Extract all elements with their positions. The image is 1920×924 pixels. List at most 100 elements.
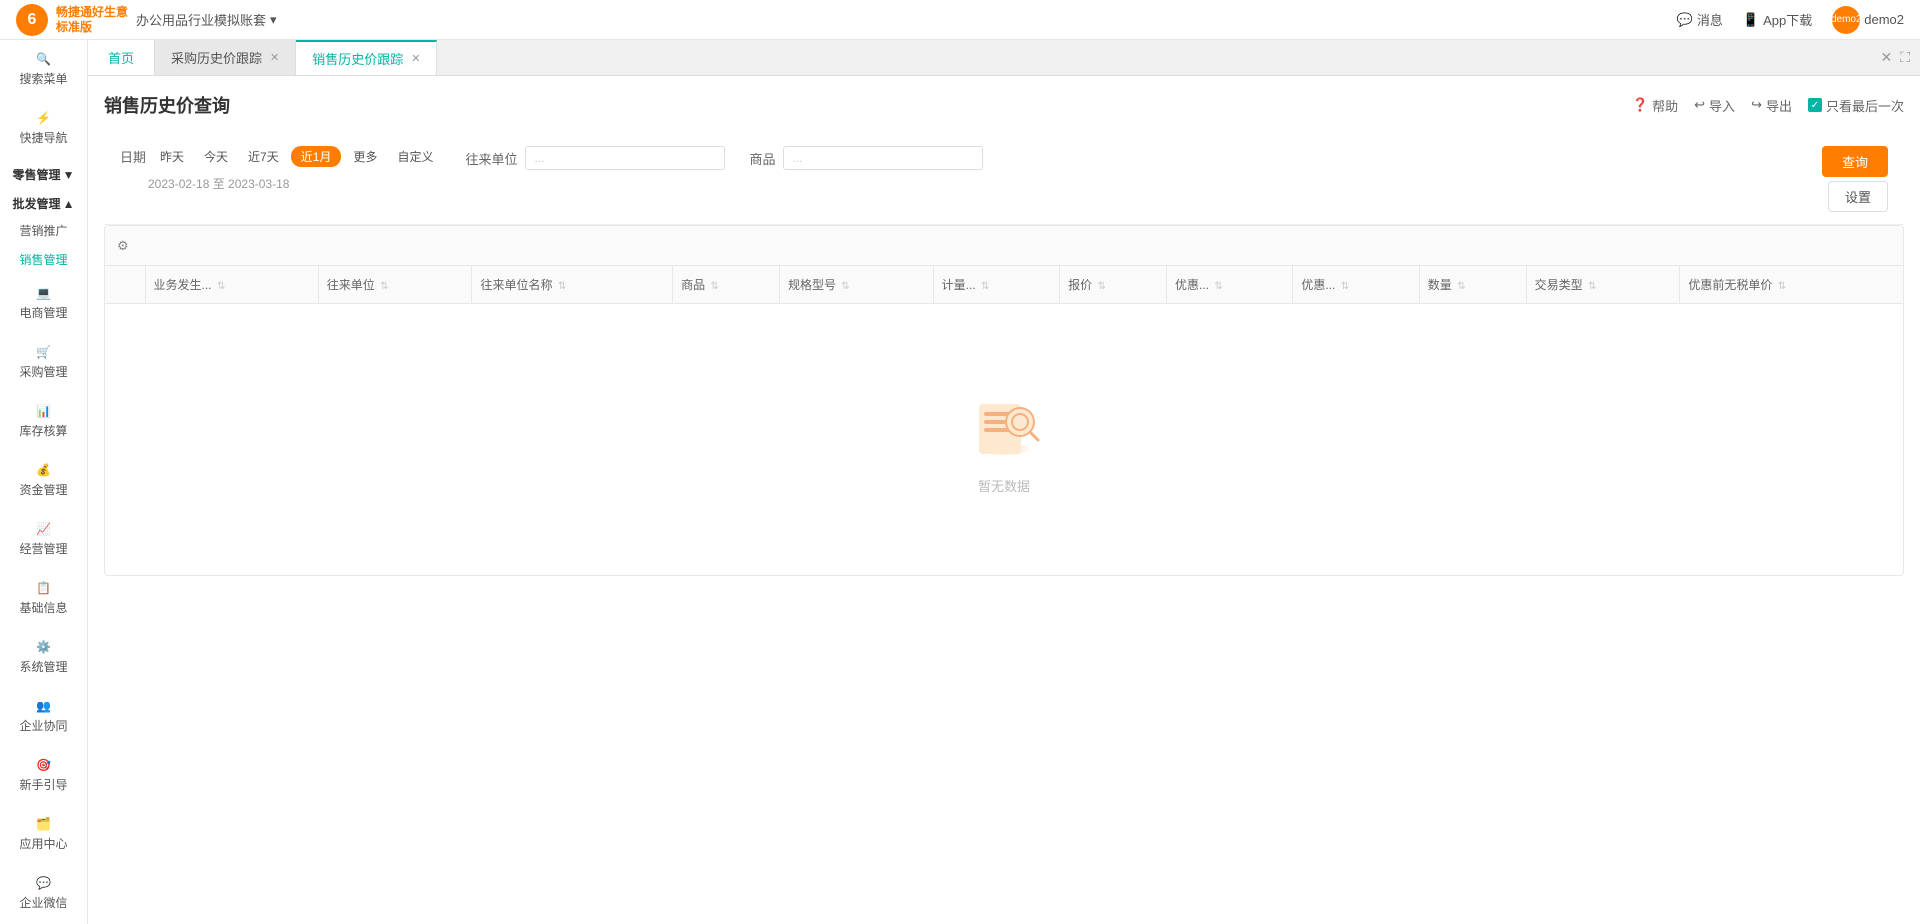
- page-actions: ❓ 帮助 ↩ 导入 ↪ 导出 ✓ 只看最后一次: [1632, 96, 1904, 115]
- message-icon: 💬: [1677, 12, 1693, 28]
- query-button[interactable]: 查询: [1822, 146, 1888, 177]
- sort-arrows-8[interactable]: ⇅: [1341, 281, 1349, 292]
- quicknav-icon: ⚡: [36, 111, 51, 125]
- date-range: 2023-02-18 至 2023-03-18: [120, 175, 441, 192]
- data-table: ⚙ 业务发生... ⇅ 往来单位 ⇅: [104, 225, 1904, 576]
- export-button[interactable]: ↪ 导出: [1751, 96, 1792, 115]
- topbar-right: 💬 消息 📱 App下载 demo2 demo2: [1677, 6, 1904, 34]
- sort-arrows-10[interactable]: ⇅: [1588, 281, 1596, 292]
- sidebar-item-guide[interactable]: 🎯 新手引导: [0, 746, 87, 805]
- date-btn-7days[interactable]: 近7天: [240, 146, 287, 167]
- sort-arrows-5[interactable]: ⇅: [981, 281, 989, 292]
- only-last-checkbox[interactable]: ✓ 只看最后一次: [1808, 96, 1904, 115]
- close-all-tabs-button[interactable]: ✕: [1880, 49, 1892, 66]
- sidebar-item-search[interactable]: 🔍 搜索菜单: [0, 40, 87, 99]
- sidebar-item-marketing[interactable]: 营销推广: [0, 216, 87, 245]
- app-download-button[interactable]: 📱 App下载: [1743, 10, 1812, 29]
- date-btn-today[interactable]: 今天: [196, 146, 236, 167]
- sidebar-item-ecommerce[interactable]: 💻 电商管理: [0, 274, 87, 333]
- checkbox-icon: ✓: [1808, 98, 1822, 112]
- sidebar-item-collab[interactable]: 👥 企业协同: [0, 687, 87, 746]
- sort-arrows-6[interactable]: ⇅: [1097, 281, 1105, 292]
- empty-state: 暂无数据: [105, 304, 1903, 575]
- sort-arrows-7[interactable]: ⇅: [1214, 281, 1222, 292]
- page-content: 销售历史价查询 ❓ 帮助 ↩ 导入 ↪ 导出 ✓: [88, 76, 1920, 924]
- app-download-icon: 📱: [1743, 12, 1759, 28]
- sort-arrows-9[interactable]: ⇅: [1457, 281, 1465, 292]
- sidebar-item-sales[interactable]: 销售管理: [0, 245, 87, 274]
- partner-filter: 往来单位 ...: [465, 146, 725, 170]
- th-spec: 规格型号 ⇅: [779, 266, 933, 304]
- th-business-date: 业务发生... ⇅: [145, 266, 318, 304]
- sidebar-item-appcenter[interactable]: 🗂️ 应用中心: [0, 805, 87, 864]
- date-btn-more[interactable]: 更多: [345, 146, 385, 167]
- sort-arrows-0[interactable]: ⇅: [217, 281, 225, 292]
- settings-button[interactable]: 设置: [1828, 181, 1888, 212]
- logo-icon: 6: [16, 4, 48, 36]
- sidebar-item-purchase[interactable]: 🛒 采购管理: [0, 333, 87, 392]
- partner-label: 往来单位: [465, 149, 517, 168]
- sidebar-item-quicknav[interactable]: ⚡ 快捷导航: [0, 99, 87, 158]
- topbar: 6 畅捷通好生意 标准版 办公用品行业模拟账套 ▾ 💬 消息 📱 App下载 d…: [0, 0, 1920, 40]
- th-partner-name: 往来单位名称 ⇅: [472, 266, 673, 304]
- goods-input[interactable]: ...: [783, 146, 983, 170]
- message-button[interactable]: 💬 消息: [1677, 10, 1723, 29]
- th-settings: [105, 266, 145, 304]
- export-icon: ↪: [1751, 97, 1762, 113]
- sort-arrows-2[interactable]: ⇅: [558, 281, 566, 292]
- purchase-icon: 🛒: [36, 345, 51, 359]
- th-qty: 数量 ⇅: [1419, 266, 1526, 304]
- sort-arrows-4[interactable]: ⇅: [841, 281, 849, 292]
- th-unit: 计量... ⇅: [933, 266, 1059, 304]
- system-icon: ⚙️: [36, 640, 51, 654]
- goods-filter: 商品 ...: [749, 146, 983, 170]
- content-area: 首页 采购历史价跟踪 ✕ 销售历史价跟踪 ✕ ✕ ⛶ 销售历史价查询: [88, 40, 1920, 924]
- sidebar-item-inventory[interactable]: 📊 库存核算: [0, 392, 87, 451]
- expand-button[interactable]: ⛶: [1900, 49, 1910, 66]
- tab-close-sales[interactable]: ✕: [411, 52, 420, 65]
- page-title-bar: 销售历史价查询 ❓ 帮助 ↩ 导入 ↪ 导出 ✓: [104, 92, 1904, 118]
- help-button[interactable]: ❓ 帮助: [1632, 96, 1678, 115]
- sidebar-item-basic-info[interactable]: 📋 基础信息: [0, 569, 87, 628]
- date-label: 日期: [120, 147, 146, 166]
- settings-gear-icon[interactable]: ⚙: [117, 238, 129, 254]
- sidebar: 🔍 搜索菜单 ⚡ 快捷导航 零售管理 ▼ 批发管理 ▲ 营销推广 销售管理 💻 …: [0, 40, 88, 924]
- sort-arrows-1[interactable]: ⇅: [380, 281, 388, 292]
- basic-info-icon: 📋: [36, 581, 51, 595]
- operations-icon: 📈: [36, 522, 51, 536]
- sort-arrows-11[interactable]: ⇅: [1778, 281, 1786, 292]
- th-discount2: 优惠... ⇅: [1293, 266, 1419, 304]
- company-selector[interactable]: 办公用品行业模拟账套 ▾: [136, 10, 277, 29]
- search-icon: 🔍: [36, 52, 51, 66]
- tab-sales-price-tracking[interactable]: 销售历史价跟踪 ✕: [296, 40, 437, 75]
- sidebar-item-finance[interactable]: 💰 资金管理: [0, 451, 87, 510]
- tab-purchase-price-tracking[interactable]: 采购历史价跟踪 ✕: [155, 40, 296, 75]
- date-btn-yesterday[interactable]: 昨天: [152, 146, 192, 167]
- sort-arrows-3[interactable]: ⇅: [710, 281, 718, 292]
- sidebar-item-system[interactable]: ⚙️ 系统管理: [0, 628, 87, 687]
- filter-section: 日期 昨天 今天 近7天 近1月 更多 自定义 2023-02-18 至 202…: [104, 134, 1904, 225]
- chevron-up-icon: ▲: [63, 197, 75, 211]
- collab-icon: 👥: [36, 699, 51, 713]
- sidebar-item-retail[interactable]: 零售管理 ▼: [0, 158, 87, 187]
- date-btn-custom[interactable]: 自定义: [389, 146, 441, 167]
- tab-close-purchase[interactable]: ✕: [270, 51, 279, 64]
- sidebar-item-operations[interactable]: 📈 经营管理: [0, 510, 87, 569]
- sidebar-item-wechat[interactable]: 💬 企业微信: [0, 864, 87, 923]
- th-price: 报价 ⇅: [1060, 266, 1167, 304]
- goods-label: 商品: [749, 149, 775, 168]
- import-button[interactable]: ↩ 导入: [1694, 96, 1735, 115]
- chevron-down-icon: ▼: [63, 168, 75, 182]
- tab-home[interactable]: 首页: [88, 40, 155, 75]
- th-discount1: 优惠... ⇅: [1166, 266, 1292, 304]
- sidebar-item-wholesale[interactable]: 批发管理 ▲: [0, 187, 87, 216]
- empty-icon: [964, 384, 1044, 464]
- th-goods: 商品 ⇅: [673, 266, 780, 304]
- th-trade-type: 交易类型 ⇅: [1526, 266, 1680, 304]
- date-btn-1month[interactable]: 近1月: [291, 146, 342, 167]
- user-profile[interactable]: demo2 demo2: [1832, 6, 1904, 34]
- partner-input[interactable]: ...: [525, 146, 725, 170]
- import-icon: ↩: [1694, 97, 1705, 113]
- help-icon: ❓: [1632, 97, 1648, 113]
- table-toolbar: ⚙: [105, 226, 1903, 266]
